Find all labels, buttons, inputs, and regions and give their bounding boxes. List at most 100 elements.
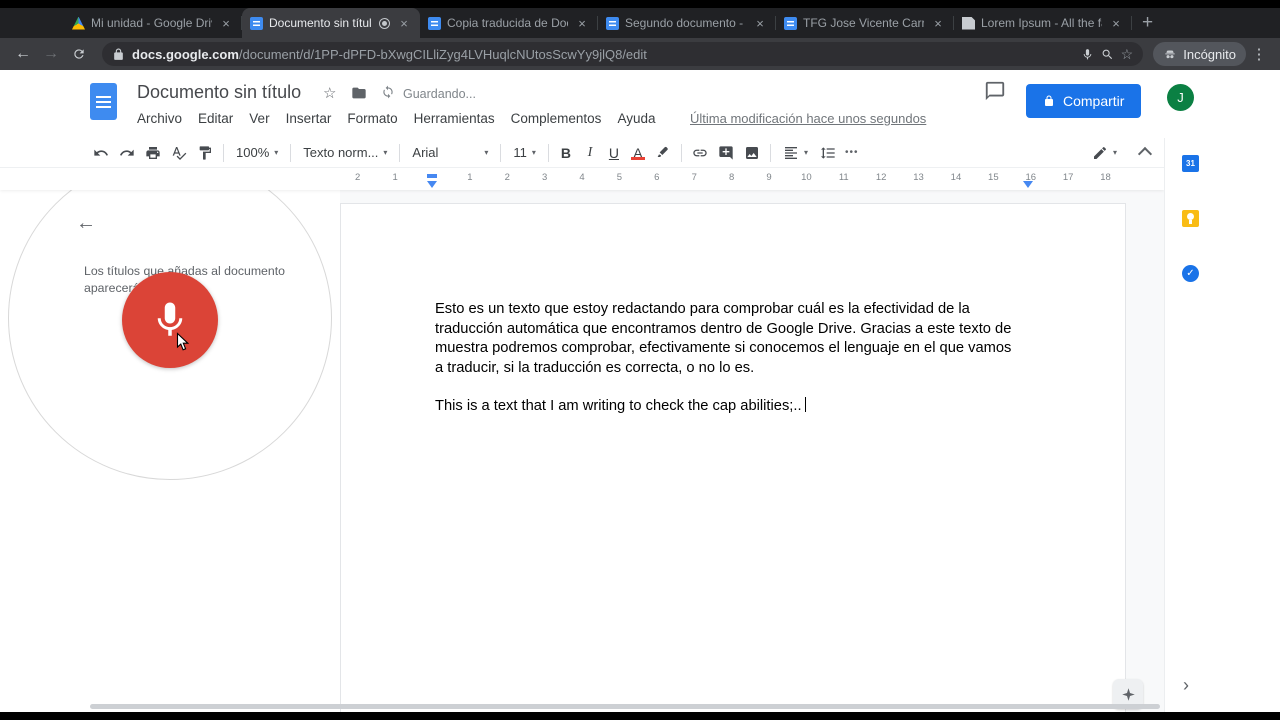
ruler-number: 5 <box>616 172 623 183</box>
menu-item[interactable]: Insertar <box>285 109 333 128</box>
ruler-number: 7 <box>691 172 697 183</box>
tab-label: TFG Jose Vicente Carra <box>803 16 924 30</box>
lock-icon <box>1045 95 1053 106</box>
collapse-toolbar-icon[interactable] <box>1137 146 1153 162</box>
browser-menu-icon[interactable]: ⋮ <box>1248 45 1270 63</box>
menu-item[interactable]: Formato <box>346 109 398 128</box>
bookmark-star-icon[interactable]: ☆ <box>1121 46 1134 63</box>
right-indent-marker[interactable] <box>1023 181 1033 188</box>
horizontal-scrollbar[interactable] <box>90 704 1160 709</box>
highlight-color-button[interactable] <box>650 141 676 165</box>
font-size-value: 11 <box>513 145 527 160</box>
add-comment-button[interactable] <box>713 141 739 165</box>
browser-tab[interactable]: Mi unidad - Google Driv × <box>64 8 242 38</box>
editing-mode-select[interactable]: ▾ <box>1085 141 1124 165</box>
ruler-number: 3 <box>542 172 548 183</box>
tab-close-icon[interactable]: × <box>574 16 590 31</box>
menu-item[interactable]: Herramientas <box>413 109 496 128</box>
reload-icon <box>74 49 84 59</box>
print-icon <box>146 146 160 159</box>
omnibox[interactable]: docs.google.com/document/d/1PP-dPFD-bXwg… <box>102 42 1144 66</box>
spellcheck-button[interactable] <box>166 141 192 165</box>
first-line-indent-marker[interactable] <box>427 174 437 178</box>
menu-item[interactable]: Editar <box>197 109 234 128</box>
more-toolbar-options-button[interactable]: ••• <box>845 147 859 158</box>
menu-item[interactable]: Archivo <box>136 109 183 128</box>
saving-sync-icon <box>381 85 395 99</box>
document-page[interactable]: Esto es un texto que estoy redactando pa… <box>340 203 1126 712</box>
zoom-select[interactable]: 100% ▾ <box>229 141 285 165</box>
browser-tab[interactable]: Lorem Ipsum - All the fa × <box>954 8 1132 38</box>
letterbox-top <box>0 0 1280 8</box>
text-color-button[interactable]: A <box>626 145 650 161</box>
zoom-icon[interactable] <box>1101 48 1114 61</box>
ruler-number: 18 <box>1100 172 1111 183</box>
browser-tab[interactable]: Segundo documento - × <box>598 8 776 38</box>
voice-mic-button[interactable] <box>122 272 218 368</box>
document-text[interactable]: Esto es un texto que estoy redactando pa… <box>435 300 1019 436</box>
italic-button[interactable]: I <box>578 145 602 161</box>
url-path: /document/d/1PP-dPFD-bXwgCILliZyg4LVHuql… <box>238 46 647 62</box>
paint-format-button[interactable] <box>192 141 218 165</box>
underline-button[interactable]: U <box>602 145 626 161</box>
browser-tab[interactable]: Copia traducida de Doc × <box>420 8 598 38</box>
calendar-icon[interactable]: 31 <box>1182 155 1199 172</box>
ruler-number: 11 <box>838 172 849 183</box>
back-button[interactable]: ← <box>10 41 36 67</box>
voice-search-icon[interactable] <box>1081 48 1094 61</box>
menu-item[interactable]: Ayuda <box>616 109 656 128</box>
line-spacing-button[interactable] <box>815 141 841 165</box>
document-workspace: Esto es un texto que estoy redactando pa… <box>0 190 1280 712</box>
menu-item[interactable]: Ver <box>248 109 270 128</box>
paragraph-spanish[interactable]: Esto es un texto que estoy redactando pa… <box>435 300 1019 378</box>
menu-item[interactable]: Complementos <box>510 109 603 128</box>
ruler-number: 2 <box>504 172 510 183</box>
comments-button[interactable] <box>984 80 1006 102</box>
spellcheck-icon <box>172 146 187 160</box>
tasks-icon[interactable]: ✓ <box>1182 265 1199 282</box>
share-button[interactable]: Compartir <box>1026 84 1142 118</box>
account-avatar[interactable]: J <box>1167 84 1194 111</box>
font-size-select[interactable]: 11 ▾ <box>506 141 543 165</box>
forward-button[interactable]: → <box>38 41 64 67</box>
highlighter-icon <box>657 146 668 157</box>
bold-button[interactable]: B <box>554 145 578 161</box>
browser-tab[interactable]: TFG Jose Vicente Carra × <box>776 8 954 38</box>
ruler-number: 4 <box>579 172 585 183</box>
url-text[interactable]: docs.google.com/document/d/1PP-dPFD-bXwg… <box>132 47 1074 62</box>
image-icon <box>745 146 758 159</box>
voice-panel-back-icon[interactable]: ← <box>76 212 96 235</box>
insert-link-button[interactable] <box>687 141 713 165</box>
paragraph-english[interactable]: This is a text that I am writing to chec… <box>435 397 1019 417</box>
tab-close-icon[interactable]: × <box>218 16 234 31</box>
undo-button[interactable] <box>88 141 114 165</box>
toolbar-divider <box>223 143 224 162</box>
tab-close-icon[interactable]: × <box>396 16 412 31</box>
redo-button[interactable] <box>114 141 140 165</box>
star-document-icon[interactable]: ☆ <box>323 84 336 102</box>
font-select[interactable]: Arial ▾ <box>405 141 495 165</box>
paragraph-style-select[interactable]: Texto norm... ▾ <box>296 141 394 165</box>
expand-rail-chevron-icon[interactable]: › <box>1183 675 1189 696</box>
align-select[interactable]: ▾ <box>776 141 815 165</box>
font-value: Arial <box>412 145 439 160</box>
new-tab-button[interactable]: + <box>1142 12 1153 34</box>
insert-image-button[interactable] <box>739 141 765 165</box>
last-modified-link[interactable]: Última modificación hace unos segundos <box>690 111 926 126</box>
left-indent-marker[interactable] <box>427 181 437 188</box>
ruler[interactable]: 2 1 1 2 3 4 5 6 7 8 9 10 11 12 13 14 15 16 17 18 <box>0 168 1164 190</box>
ruler-number: 10 <box>801 172 812 183</box>
browser-tab[interactable]: Documento sin títul × <box>242 8 420 38</box>
tab-close-icon[interactable]: × <box>752 16 768 31</box>
tab-close-icon[interactable]: × <box>1108 16 1124 31</box>
incognito-badge: Incógnito <box>1153 42 1246 66</box>
move-folder-icon[interactable] <box>351 85 367 101</box>
share-label: Compartir <box>1063 93 1125 109</box>
document-title[interactable]: Documento sin título <box>137 82 301 103</box>
keep-icon[interactable] <box>1182 210 1199 227</box>
reload-button[interactable] <box>66 41 92 67</box>
docs-logo-icon[interactable] <box>90 83 117 120</box>
ruler-number: 17 <box>1062 172 1074 183</box>
tab-close-icon[interactable]: × <box>930 16 946 31</box>
print-button[interactable] <box>140 141 166 165</box>
